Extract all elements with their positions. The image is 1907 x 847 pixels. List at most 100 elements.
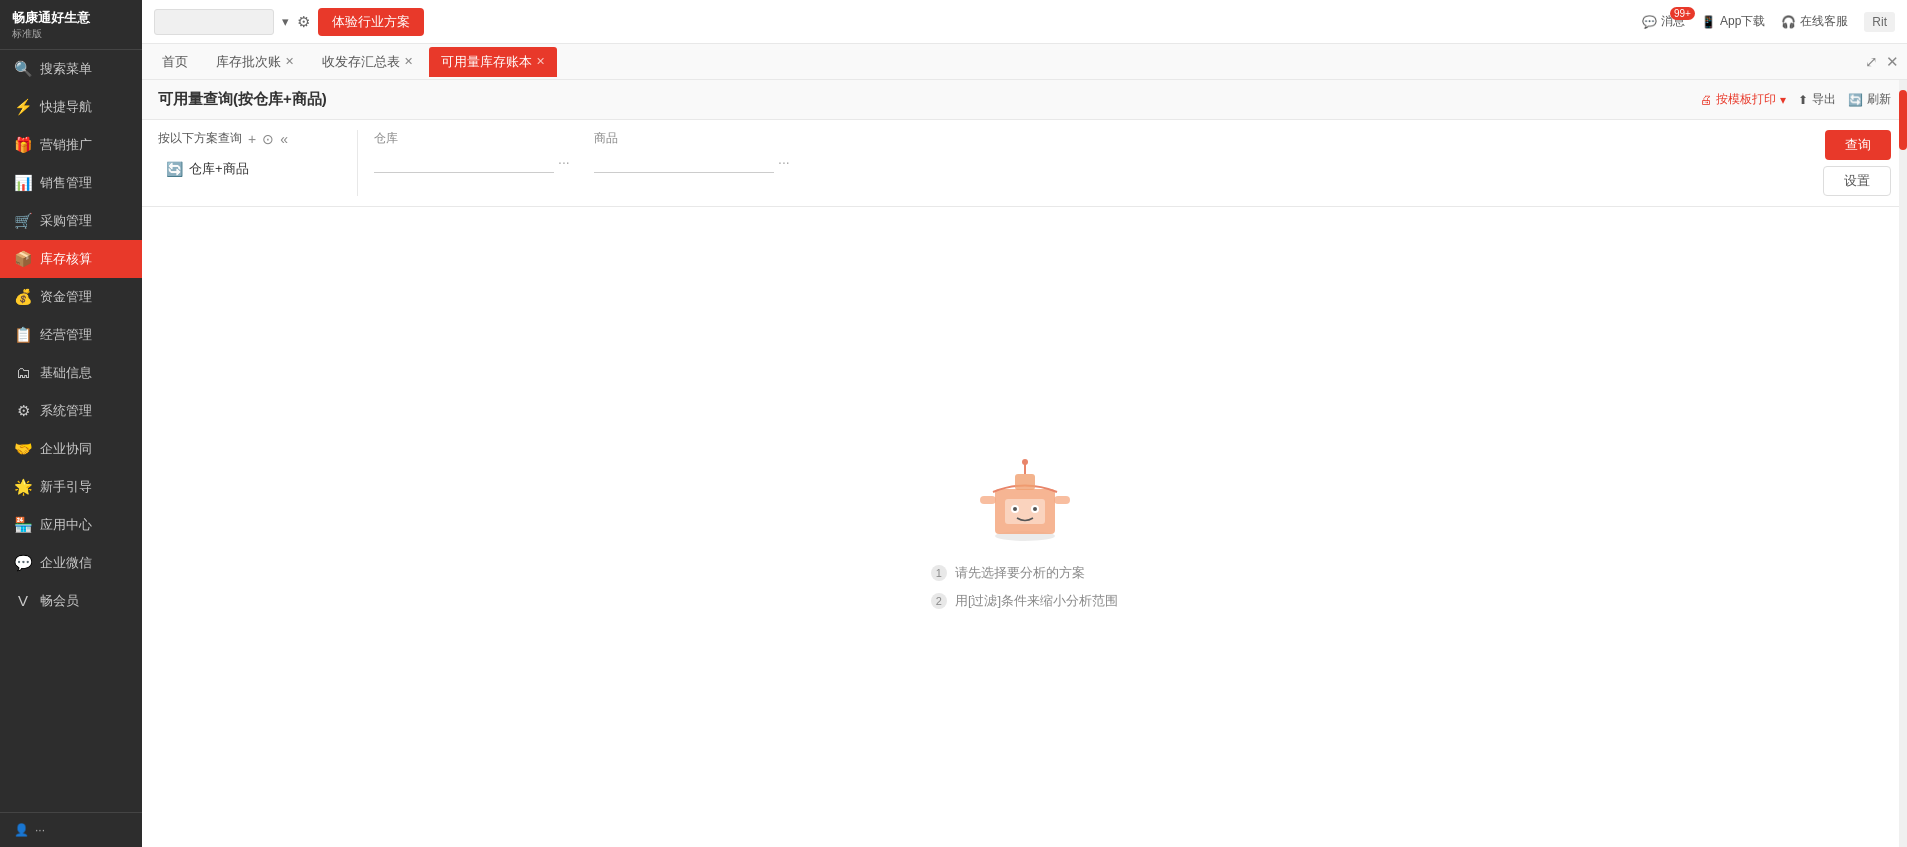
sidebar-item-label-basic: 基础信息	[40, 364, 92, 382]
tip-num-2: 2	[931, 593, 947, 609]
refresh-btn[interactable]: 🔄 刷新	[1848, 91, 1891, 108]
print-btn[interactable]: 🖨 按模板打印 ▾	[1700, 91, 1786, 108]
filter-scheme-panel: 按以下方案查询 + ⊙ « 🔄 仓库+商品	[158, 130, 358, 196]
filter-goods-field: 商品 ···	[594, 130, 794, 173]
tab-label-available-ledger: 可用量库存账本	[441, 53, 532, 71]
sidebar-item-enterprise[interactable]: 🤝 企业协同	[0, 430, 142, 468]
filter-warehouse-label: 仓库	[374, 130, 574, 147]
sidebar-bottom: 👤 ···	[0, 812, 142, 847]
sidebar-item-label-finance: 资金管理	[40, 288, 92, 306]
sidebar-item-system[interactable]: ⚙ 系统管理	[0, 392, 142, 430]
sidebar-item-quick-nav[interactable]: ⚡ 快捷导航	[0, 88, 142, 126]
filter-scheme-title: 按以下方案查询 + ⊙ «	[158, 130, 341, 147]
tab-batch-ledger[interactable]: 库存批次账 ✕	[204, 47, 306, 77]
sidebar-item-label-wechat: 企业微信	[40, 554, 92, 572]
tip-num-1: 1	[931, 565, 947, 581]
tab-close-batch-ledger[interactable]: ✕	[285, 55, 294, 68]
tabbar-right-actions: ⤢ ✕	[1865, 53, 1899, 71]
sidebar-item-purchase[interactable]: 🛒 采购管理	[0, 202, 142, 240]
sidebar-item-newbie[interactable]: 🌟 新手引导	[0, 468, 142, 506]
empty-illustration	[975, 444, 1075, 544]
page-content: 可用量查询(按仓库+商品) 🖨 按模板打印 ▾ ⬆ 导出 🔄 刷新	[142, 80, 1907, 847]
scheme-setting-btn[interactable]: ⊙	[262, 131, 274, 147]
search-icon: 🔍	[14, 60, 32, 78]
sidebar-item-appstore[interactable]: 🏪 应用中心	[0, 506, 142, 544]
sidebar-item-label-inventory: 库存核算	[40, 250, 92, 268]
tab-receipt-summary[interactable]: 收发存汇总表✕	[310, 47, 425, 77]
svg-point-6	[1033, 507, 1037, 511]
quick-nav-icon: ⚡	[14, 98, 32, 116]
scheme-title-text: 按以下方案查询	[158, 130, 242, 147]
tab-label-batch-ledger: 库存批次账	[216, 53, 281, 71]
purchase-icon: 🛒	[14, 212, 32, 230]
scheme-add-btn[interactable]: +	[248, 131, 256, 147]
sidebar-item-label-quick-nav: 快捷导航	[40, 98, 92, 116]
service-icon: 🎧	[1781, 15, 1796, 29]
sidebar-item-operation[interactable]: 📋 经营管理	[0, 316, 142, 354]
header-right: 💬 消息 99+ 📱 App下载 🎧 在线客服 Rit	[1642, 12, 1895, 32]
filter-warehouse-input-row: ···	[374, 151, 574, 173]
tip-text-2: 用[过滤]条件来缩小分析范围	[955, 592, 1118, 610]
filter-warehouse-input[interactable]	[374, 151, 554, 173]
operation-icon: 📋	[14, 326, 32, 344]
tab-available-ledger[interactable]: 可用量库存账本 ✕	[429, 47, 557, 77]
sidebar-item-inventory[interactable]: 📦 库存核算	[0, 240, 142, 278]
svg-point-5	[1013, 507, 1017, 511]
sidebar-item-finance[interactable]: 💰 资金管理	[0, 278, 142, 316]
header-dropdown-btn[interactable]: ▾	[282, 14, 289, 29]
tab-close-receipt-summary[interactable]: ✕	[404, 55, 413, 68]
header-search-input[interactable]	[154, 9, 274, 35]
query-btn[interactable]: 查询	[1825, 130, 1891, 160]
message-badge: 99+	[1670, 7, 1695, 20]
trial-btn[interactable]: 体验行业方案	[318, 8, 424, 36]
tab-home[interactable]: 首页	[150, 47, 200, 77]
header-gear-btn[interactable]: ⚙	[297, 13, 310, 31]
tab-close-available-ledger[interactable]: ✕	[536, 55, 545, 68]
user-account-btn[interactable]: Rit	[1864, 12, 1895, 32]
sidebar-item-label-purchase: 采购管理	[40, 212, 92, 230]
filter-warehouse-more-btn[interactable]: ···	[558, 154, 570, 170]
empty-tips: 1 请先选择要分析的方案 2 用[过滤]条件来缩小分析范围	[931, 564, 1118, 610]
filter-goods-more-btn[interactable]: ···	[778, 154, 790, 170]
right-scrollbar[interactable]	[1899, 80, 1907, 847]
message-btn[interactable]: 💬 消息 99+	[1642, 13, 1685, 30]
sidebar-item-wechat[interactable]: 💬 企业微信	[0, 544, 142, 582]
sidebar-logo: 畅康通好生意 标准版	[0, 0, 142, 50]
sidebar-item-label-search: 搜索菜单	[40, 60, 92, 78]
svg-rect-10	[980, 496, 996, 504]
scheme-item-warehouse-goods[interactable]: 🔄 仓库+商品	[158, 155, 341, 183]
app-label: App下载	[1720, 13, 1765, 30]
print-icon: 🖨	[1700, 93, 1712, 107]
sales-icon: 📊	[14, 174, 32, 192]
filter-goods-input[interactable]	[594, 151, 774, 173]
tabbar-close-btn[interactable]: ✕	[1886, 53, 1899, 71]
online-service-btn[interactable]: 🎧 在线客服	[1781, 13, 1848, 30]
sidebar-item-member[interactable]: V 畅会员	[0, 582, 142, 620]
scheme-collapse-btn[interactable]: «	[280, 131, 288, 147]
sidebar-item-sales[interactable]: 📊 销售管理	[0, 164, 142, 202]
export-btn[interactable]: ⬆ 导出	[1798, 91, 1836, 108]
member-icon: V	[14, 592, 32, 609]
app-download-btn[interactable]: 📱 App下载	[1701, 13, 1765, 30]
scheme-label-warehouse-goods: 仓库+商品	[189, 160, 249, 178]
refresh-icon: 🔄	[1848, 93, 1863, 107]
logo-subtitle: 标准版	[12, 27, 130, 41]
column-settings-btn[interactable]: 设置	[1823, 166, 1891, 196]
title-actions: 🖨 按模板打印 ▾ ⬆ 导出 🔄 刷新	[1700, 91, 1891, 108]
page-title-bar: 可用量查询(按仓库+商品) 🖨 按模板打印 ▾ ⬆ 导出 🔄 刷新	[142, 80, 1907, 120]
tabbar-expand-btn[interactable]: ⤢	[1865, 53, 1878, 71]
sidebar-item-basic[interactable]: 🗂 基础信息	[0, 354, 142, 392]
filter-area: 按以下方案查询 + ⊙ « 🔄 仓库+商品 仓库 ··· 商品	[142, 120, 1907, 207]
sidebar-item-label-appstore: 应用中心	[40, 516, 92, 534]
empty-tip-2: 2 用[过滤]条件来缩小分析范围	[931, 592, 1118, 610]
sidebar-item-label-marketing: 营销推广	[40, 136, 92, 154]
sidebar-item-search[interactable]: 🔍 搜索菜单	[0, 50, 142, 88]
filter-actions: 查询 设置	[1823, 130, 1891, 196]
empty-state: 1 请先选择要分析的方案 2 用[过滤]条件来缩小分析范围	[142, 207, 1907, 847]
system-icon: ⚙	[14, 402, 32, 420]
wechat-icon: 💬	[14, 554, 32, 572]
inventory-icon: 📦	[14, 250, 32, 268]
svg-point-9	[1022, 459, 1028, 465]
sidebar-item-marketing[interactable]: 🎁 营销推广	[0, 126, 142, 164]
sidebar-bottom-label: ···	[35, 823, 45, 837]
